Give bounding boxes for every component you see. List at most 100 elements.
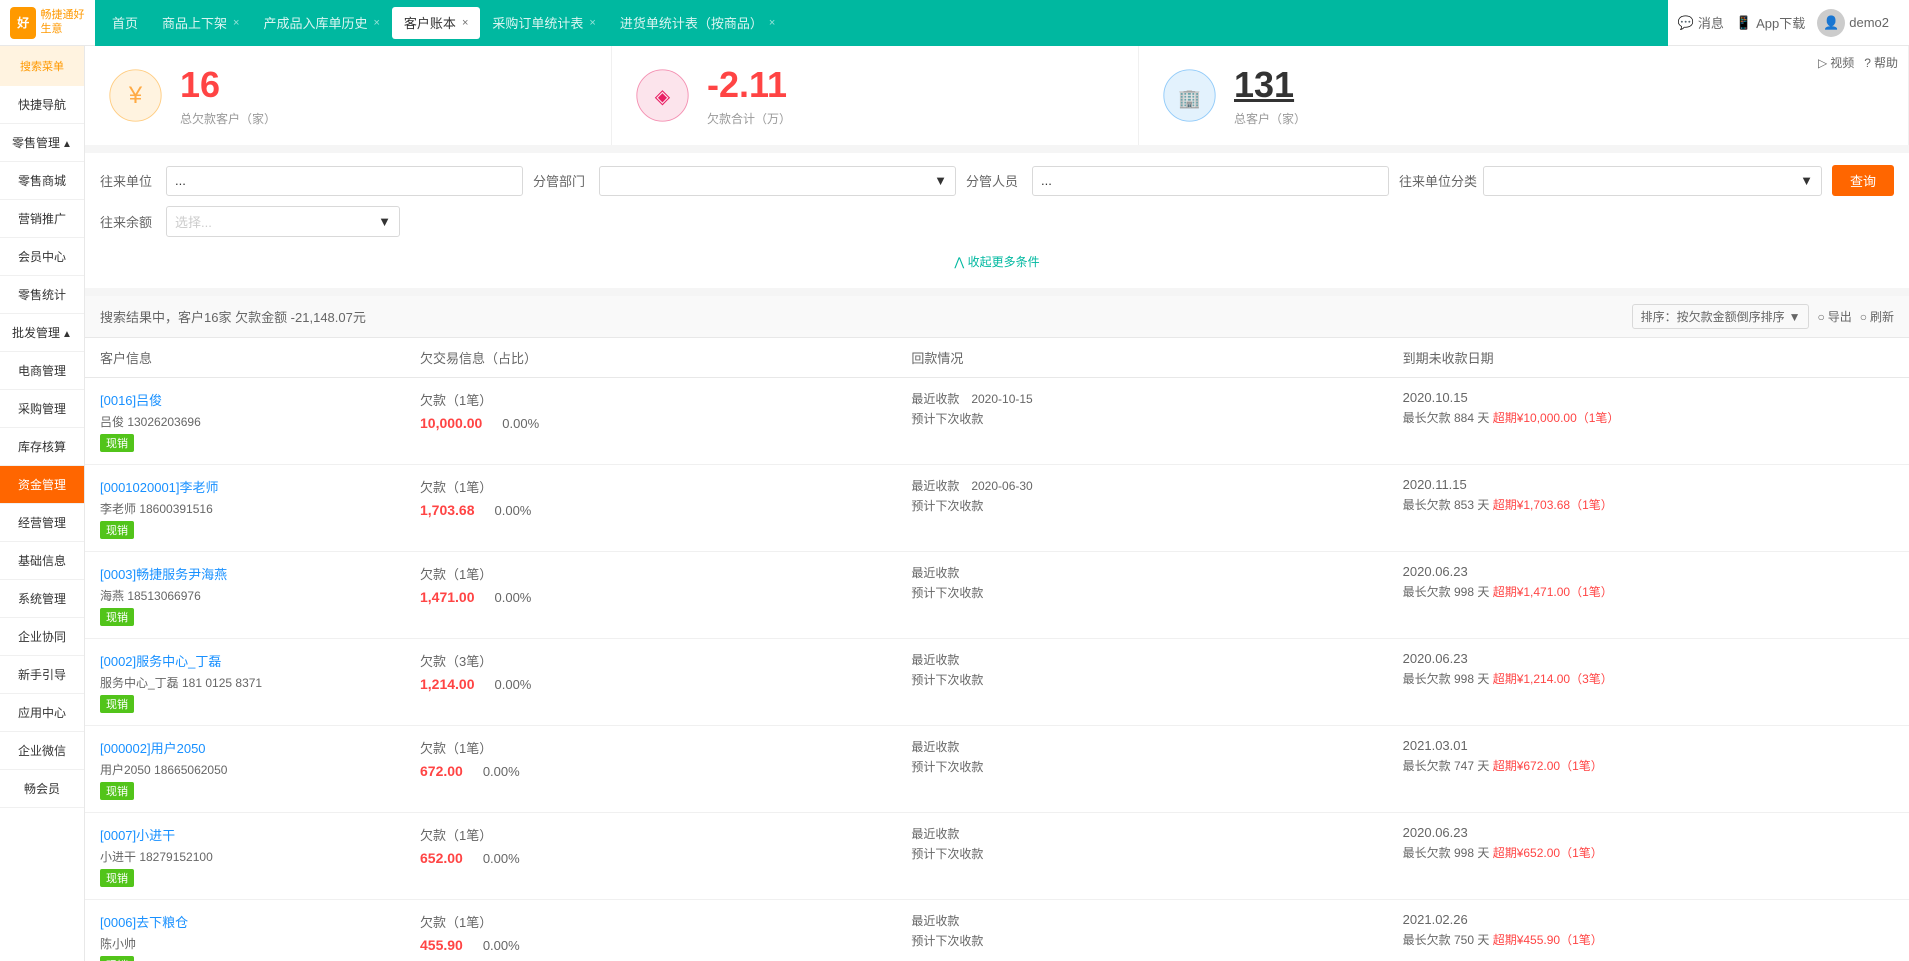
tab-close-production[interactable]: × <box>373 17 379 29</box>
tab-purchase_order[interactable]: 采购订单统计表× <box>480 7 607 39</box>
tab-close-customer_account[interactable]: × <box>462 17 468 29</box>
export-btn[interactable]: ○ 导出 <box>1817 308 1851 325</box>
last-collection-label: 最近收款 <box>911 564 1402 581</box>
app-download-btn[interactable]: 📱 App下载 <box>1736 13 1805 32</box>
sidebar-item-system_mgmt[interactable]: 系统管理 <box>0 580 84 618</box>
tab-close-products[interactable]: × <box>233 17 239 29</box>
customer-name-link[interactable]: [0006]去下粮仓 <box>100 912 420 931</box>
sidebar-item-retail_mgmt[interactable]: 零售管理▲ <box>0 124 84 162</box>
sidebar-search[interactable]: 搜索菜单 <box>0 46 84 86</box>
person-label: 分管人员 <box>966 171 1026 190</box>
stat-number-total: 131 <box>1234 64 1888 106</box>
filter-area: 往来单位 ... 分管部门 ▼ 分管人员 ... <box>85 153 1909 288</box>
quick-nav[interactable]: 快捷导航 <box>0 86 84 124</box>
overdue-cell: 2020.10.15 最长欠款 884 天 超期¥10,000.00（1笔） <box>1403 390 1894 426</box>
sidebar-item-capital_mgmt[interactable]: 资金管理 <box>0 466 84 504</box>
search-button[interactable]: 查询 <box>1832 165 1894 196</box>
debt-count: 欠款（3笔） <box>420 651 911 670</box>
overdue-info: 最长欠款 853 天 超期¥1,703.68（1笔） <box>1403 496 1894 513</box>
sidebar-item-free_member[interactable]: 畅会员 <box>0 770 84 808</box>
sidebar: 搜索菜单快捷导航零售管理▲零售商城营销推广会员中心零售统计批发管理▲电商管理采购… <box>0 46 85 961</box>
tab-production[interactable]: 产成品入库单历史× <box>251 7 391 39</box>
overdue-days: 最长欠款 998 天 <box>1403 672 1493 686</box>
debt-ratio: 0.00% <box>483 938 520 953</box>
sidebar-item-basic_info[interactable]: 基础信息 <box>0 542 84 580</box>
help-btn[interactable]: ? 帮助 <box>1864 54 1898 71</box>
stat-label-amount: 欠款合计（万） <box>707 110 1118 127</box>
customer-name-link[interactable]: [0007]小进干 <box>100 825 420 844</box>
overdue-date: 2020.06.23 <box>1403 825 1894 840</box>
debt-info-cell: 欠款（1笔） 672.00 0.00% <box>420 738 911 779</box>
table-col-header: 欠交易信息（占比） <box>420 348 911 367</box>
sidebar-item-inventory[interactable]: 库存核算 <box>0 428 84 466</box>
overdue-amount-link[interactable]: 超期¥10,000.00（1笔） <box>1493 411 1620 425</box>
customer-name-link[interactable]: [0003]畅捷服务尹海燕 <box>100 564 420 583</box>
overdue-cell: 2021.02.26 最长欠款 750 天 超期¥455.90（1笔） <box>1403 912 1894 948</box>
overdue-date: 2021.03.01 <box>1403 738 1894 753</box>
sort-select[interactable]: 排序：按欠款金额倒序排序 ▼ <box>1632 304 1810 329</box>
refresh-btn[interactable]: ○ 刷新 <box>1860 308 1894 325</box>
sidebar-item-operations[interactable]: 经营管理 <box>0 504 84 542</box>
sidebar-item-marketing[interactable]: 营销推广 <box>0 200 84 238</box>
video-btn[interactable]: ▷ 视频 <box>1818 54 1854 71</box>
customer-name-link[interactable]: [0001020001]李老师 <box>100 477 420 496</box>
overdue-days: 最长欠款 750 天 <box>1403 933 1493 947</box>
table-col-header: 回款情况 <box>911 348 1402 367</box>
expand-arrow-icon: ▲ <box>62 329 72 340</box>
svg-text:◈: ◈ <box>654 86 670 108</box>
customer-info-cell: [0002]服务中心_丁磊 服务中心_丁磊 181 0125 8371 现销 <box>100 651 420 713</box>
debt-row: 1,471.00 0.00% <box>420 589 911 605</box>
sidebar-item-ecommerce[interactable]: 电商管理 <box>0 352 84 390</box>
sidebar-item-enterprise_wx[interactable]: 企业微信 <box>0 732 84 770</box>
message-btn[interactable]: 💬 消息 <box>1678 13 1724 32</box>
overdue-amount-link[interactable]: 超期¥652.00（1笔） <box>1493 846 1603 860</box>
user-avatar-btn[interactable]: 👤 demo2 <box>1817 9 1889 37</box>
sidebar-item-member[interactable]: 会员中心 <box>0 238 84 276</box>
sidebar-item-batch_mgmt[interactable]: 批发管理▲ <box>0 314 84 352</box>
customer-tag: 现销 <box>100 956 134 961</box>
top-right-area: 💬 消息 📱 App下载 👤 demo2 <box>1668 9 1899 37</box>
tab-purchase_stats[interactable]: 进货单统计表（按商品）× <box>608 7 787 39</box>
last-collection-label: 最近收款 <box>911 825 1402 842</box>
customer-info-cell: [0006]去下粮仓 陈小帅 现销 <box>100 912 420 961</box>
debt-count: 欠款（1笔） <box>420 564 911 583</box>
balance-input[interactable]: 选择... ▼ <box>166 206 400 237</box>
debt-amount: 1,703.68 <box>420 502 475 518</box>
sidebar-item-purchase_mgmt[interactable]: 采购管理 <box>0 390 84 428</box>
tab-customer_account[interactable]: 客户账本× <box>392 7 480 39</box>
person-input[interactable]: ... <box>1032 166 1389 196</box>
tab-home[interactable]: 首页 <box>100 7 150 39</box>
dept-input[interactable]: ▼ <box>599 166 956 196</box>
category-input[interactable]: ▼ <box>1483 166 1822 196</box>
overdue-amount-link[interactable]: 超期¥1,214.00（3笔） <box>1493 672 1613 686</box>
customer-info-cell: [000002]用户2050 用户2050 18665062050 现销 <box>100 738 420 800</box>
sidebar-item-enterprise[interactable]: 企业协同 <box>0 618 84 656</box>
debt-row: 1,214.00 0.00% <box>420 676 911 692</box>
customer-detail: 陈小帅 <box>100 935 420 952</box>
sidebar-item-app_center[interactable]: 应用中心 <box>0 694 84 732</box>
overdue-amount-link[interactable]: 超期¥1,471.00（1笔） <box>1493 585 1613 599</box>
customer-name-link[interactable]: [0016]吕俊 <box>100 390 420 409</box>
overdue-date: 2021.02.26 <box>1403 912 1894 927</box>
debt-row: 652.00 0.00% <box>420 850 911 866</box>
debt-count: 欠款（1笔） <box>420 477 911 496</box>
sidebar-item-retail_stats[interactable]: 零售统计 <box>0 276 84 314</box>
customer-detail: 海燕 18513066976 <box>100 587 420 604</box>
overdue-days: 最长欠款 747 天 <box>1403 759 1493 773</box>
debt-count: 欠款（1笔） <box>420 738 911 757</box>
overdue-amount-link[interactable]: 超期¥455.90（1笔） <box>1493 933 1603 947</box>
sidebar-item-retail_mall[interactable]: 零售商城 <box>0 162 84 200</box>
stat-info-customers: 16 总欠款客户（家） <box>180 64 591 127</box>
customer-name-link[interactable]: [0002]服务中心_丁磊 <box>100 651 420 670</box>
overdue-amount-link[interactable]: 超期¥672.00（1笔） <box>1493 759 1603 773</box>
tab-close-purchase_stats[interactable]: × <box>769 17 775 29</box>
results-bar: 搜索结果中，客户16家 欠款金额 -21,148.07元 排序：按欠款金额倒序排… <box>85 296 1909 338</box>
source-unit-input[interactable]: ... <box>166 166 523 196</box>
collapse-row[interactable]: ⋀ 收起更多条件 <box>100 247 1894 276</box>
sidebar-item-new_guide[interactable]: 新手引导 <box>0 656 84 694</box>
tab-products[interactable]: 商品上下架× <box>150 7 251 39</box>
tab-close-purchase_order[interactable]: × <box>589 17 595 29</box>
customer-detail: 服务中心_丁磊 181 0125 8371 <box>100 674 420 691</box>
overdue-amount-link[interactable]: 超期¥1,703.68（1笔） <box>1493 498 1613 512</box>
customer-name-link[interactable]: [000002]用户2050 <box>100 738 420 757</box>
